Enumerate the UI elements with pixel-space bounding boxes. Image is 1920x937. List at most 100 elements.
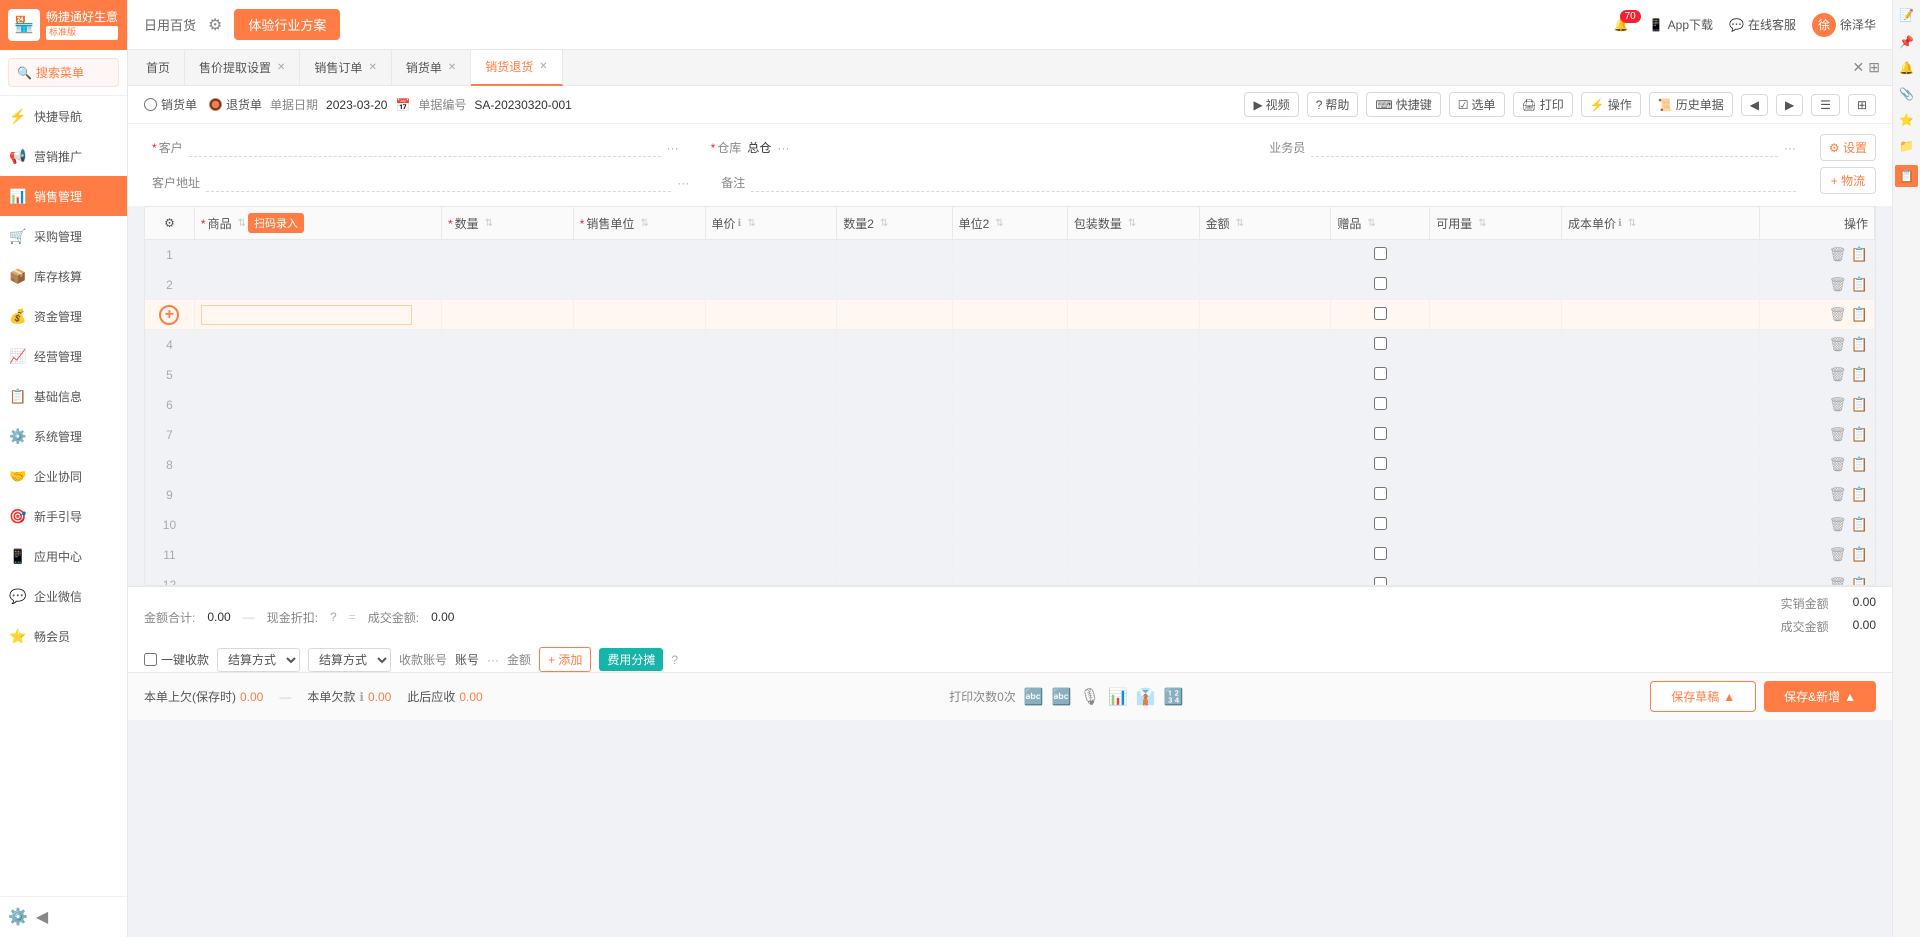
save-draft-chevron[interactable]: ▲	[1723, 690, 1735, 704]
price-cell[interactable]	[705, 390, 837, 420]
available-cell[interactable]	[1430, 300, 1562, 330]
available-cell[interactable]	[1430, 390, 1562, 420]
amount-cell[interactable]	[1199, 270, 1331, 300]
cost-price-cell[interactable]	[1561, 480, 1759, 510]
amount-cell[interactable]	[1199, 330, 1331, 360]
product-cell[interactable]	[194, 420, 441, 450]
save-new-chevron[interactable]: ▲	[1844, 690, 1856, 704]
pkg-qty-cell[interactable]	[1067, 270, 1199, 300]
gift-cell[interactable]	[1331, 540, 1430, 570]
unit-cell[interactable]	[573, 390, 705, 420]
unit-cell[interactable]	[573, 330, 705, 360]
qty-cell[interactable]	[441, 270, 573, 300]
pkg-qty-cell[interactable]	[1067, 240, 1199, 270]
tool-icon-4[interactable]: 📊	[1108, 687, 1128, 707]
tool-icon-3[interactable]: 🎙	[1080, 687, 1100, 707]
gift-cell[interactable]	[1331, 420, 1430, 450]
unit-cell[interactable]	[573, 300, 705, 330]
cost-price-cell[interactable]	[1561, 540, 1759, 570]
unit-sort-icon[interactable]: ⇅	[640, 218, 648, 229]
add-row-button[interactable]: +	[159, 305, 179, 325]
copy-icon[interactable]: 📋	[1851, 306, 1868, 323]
gift-cell[interactable]	[1331, 570, 1430, 587]
qty2-cell[interactable]	[837, 510, 952, 540]
gift-cell[interactable]	[1331, 270, 1430, 300]
unit2-cell[interactable]	[952, 570, 1067, 587]
save-new-button[interactable]: 保存&新增 ▲	[1764, 681, 1876, 712]
salesperson-dots[interactable]: ···	[1784, 141, 1796, 155]
qty-sort-icon[interactable]: ⇅	[485, 218, 493, 229]
delete-icon[interactable]: 🗑	[1829, 516, 1847, 533]
copy-icon[interactable]: 📋	[1851, 486, 1868, 503]
header-settings-icon[interactable]: ⚙	[208, 15, 222, 35]
gift-checkbox[interactable]	[1374, 547, 1387, 560]
available-cell[interactable]	[1430, 240, 1562, 270]
next-btn[interactable]: ▶	[1776, 94, 1803, 116]
app-download-link[interactable]: 📱 App下载	[1649, 16, 1713, 33]
save-draft-button[interactable]: 保存草稿 ▲	[1650, 681, 1756, 712]
cost-price-cell[interactable]	[1561, 420, 1759, 450]
delete-icon[interactable]: 🗑	[1829, 576, 1847, 586]
qty-cell[interactable]	[441, 240, 573, 270]
product-cell[interactable]	[194, 240, 441, 270]
pkg-qty-cell[interactable]	[1067, 450, 1199, 480]
right-tool-6[interactable]: 📁	[1899, 139, 1914, 153]
radio-return[interactable]: 退货单	[209, 96, 262, 113]
gift-cell[interactable]	[1331, 300, 1430, 330]
product-cell[interactable]	[194, 390, 441, 420]
price-sort-icon[interactable]: ⇅	[747, 218, 755, 229]
salesperson-input[interactable]	[1311, 138, 1778, 157]
qty2-sort-icon[interactable]: ⇅	[880, 218, 888, 229]
copy-icon[interactable]: 📋	[1851, 456, 1868, 473]
qty2-cell[interactable]	[837, 570, 952, 587]
tab-sales-order-close[interactable]: ✕	[368, 62, 376, 73]
sidebar-item-guide[interactable]: 🎯 新手引导	[0, 496, 127, 536]
customer-dots[interactable]: ···	[667, 141, 679, 155]
right-tool-1[interactable]: 📝	[1900, 8, 1914, 23]
qty-cell[interactable]	[441, 510, 573, 540]
available-cell[interactable]	[1430, 450, 1562, 480]
available-cell[interactable]	[1430, 480, 1562, 510]
one-click-pay-checkbox[interactable]: 一键收款	[144, 651, 209, 668]
gift-cell[interactable]	[1331, 390, 1430, 420]
copy-icon[interactable]: 📋	[1851, 546, 1868, 563]
available-sort-icon[interactable]: ⇅	[1478, 218, 1486, 229]
right-tool-7[interactable]: 📋	[1895, 165, 1918, 187]
account-dots[interactable]: ···	[487, 653, 499, 667]
product-input[interactable]	[201, 305, 412, 325]
tab-sales-order[interactable]: 销售订单 ✕	[300, 50, 391, 86]
customer-input[interactable]	[189, 138, 661, 157]
cost-price-cell[interactable]	[1561, 390, 1759, 420]
help-icon-discount[interactable]: ?	[330, 610, 337, 624]
product-cell[interactable]	[194, 510, 441, 540]
shortcut-btn[interactable]: ⌨ 快捷键	[1366, 92, 1440, 117]
copy-icon[interactable]: 📋	[1851, 426, 1868, 443]
sidebar-item-cooperation[interactable]: 🤝 企业协同	[0, 456, 127, 496]
unit-cell[interactable]	[573, 240, 705, 270]
sidebar-item-shortcut[interactable]: ⚡ 快捷导航	[0, 96, 127, 136]
copy-icon[interactable]: 📋	[1851, 246, 1868, 263]
notification-bell[interactable]: 🔔70	[1614, 18, 1633, 32]
qty-cell[interactable]	[441, 360, 573, 390]
doc-settings-btn[interactable]: ⚙ 设置	[1820, 134, 1876, 161]
unit-cell[interactable]	[573, 570, 705, 587]
cost-price-cell[interactable]	[1561, 510, 1759, 540]
amount-cell[interactable]	[1199, 390, 1331, 420]
gift-checkbox[interactable]	[1374, 397, 1387, 410]
delete-icon[interactable]: 🗑	[1829, 336, 1847, 353]
tab-layout-icon[interactable]: ⊞	[1868, 59, 1880, 76]
amount-cell[interactable]	[1199, 480, 1331, 510]
radio-return-input[interactable]	[209, 98, 222, 111]
warehouse-dots[interactable]: ···	[777, 141, 789, 155]
delete-icon[interactable]: 🗑	[1829, 486, 1847, 503]
cost-price-cell[interactable]	[1561, 450, 1759, 480]
qty-cell[interactable]	[441, 540, 573, 570]
available-cell[interactable]	[1430, 330, 1562, 360]
price-cell[interactable]	[705, 270, 837, 300]
help-btn[interactable]: ? 帮助	[1307, 92, 1359, 117]
product-sort-icon[interactable]: ⇅	[238, 218, 246, 229]
unit-cell[interactable]	[573, 360, 705, 390]
gift-cell[interactable]	[1331, 480, 1430, 510]
video-btn[interactable]: ▶ 视频	[1244, 92, 1298, 117]
unit-cell[interactable]	[573, 420, 705, 450]
